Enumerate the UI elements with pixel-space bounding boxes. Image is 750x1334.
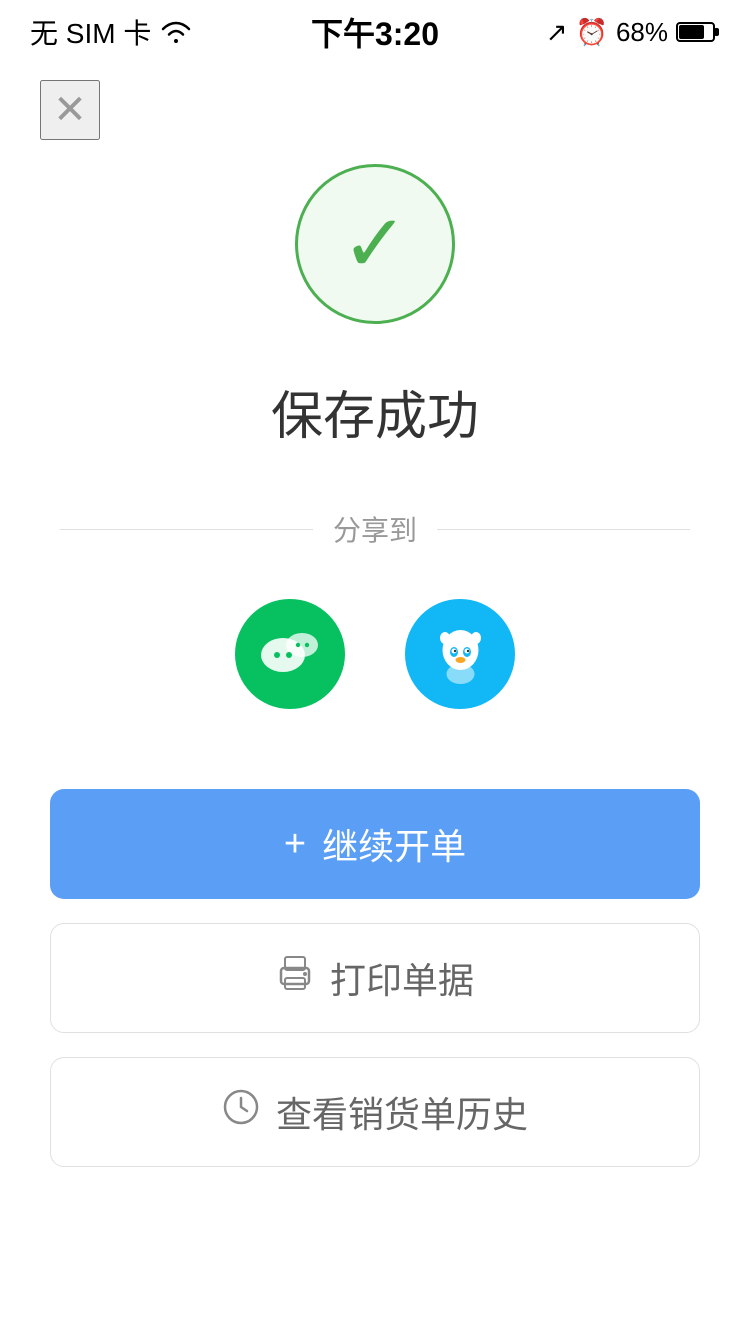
status-time: 下午3:20 bbox=[311, 9, 439, 55]
wechat-share-button[interactable] bbox=[235, 599, 345, 709]
qq-share-button[interactable] bbox=[405, 599, 515, 709]
print-icon bbox=[276, 956, 314, 1000]
wifi-icon bbox=[161, 21, 191, 43]
history-icon bbox=[222, 1088, 260, 1136]
success-circle: ✓ bbox=[295, 164, 455, 324]
divider-line-left bbox=[60, 529, 313, 530]
print-button[interactable]: 打印单据 bbox=[50, 923, 700, 1033]
share-icons-container bbox=[235, 599, 515, 709]
history-label: 查看销货单历史 bbox=[276, 1086, 528, 1138]
main-content: ✓ 保存成功 分享到 bbox=[0, 64, 750, 1167]
divider-line-right bbox=[437, 529, 690, 530]
share-divider: 分享到 bbox=[0, 509, 750, 549]
checkmark-icon: ✓ bbox=[341, 204, 408, 284]
battery-icon bbox=[676, 21, 720, 43]
print-label: 打印单据 bbox=[330, 952, 474, 1004]
status-left: 无 SIM 卡 bbox=[30, 12, 191, 52]
continue-label: 继续开单 bbox=[322, 818, 466, 870]
close-button[interactable]: ✕ bbox=[40, 80, 100, 140]
carrier-label: 无 SIM 卡 bbox=[30, 12, 151, 52]
location-icon: ↗ bbox=[546, 17, 568, 48]
share-label: 分享到 bbox=[313, 509, 437, 549]
status-bar: 无 SIM 卡 下午3:20 ↗ ⏰ 68% bbox=[0, 0, 750, 64]
history-button[interactable]: 查看销货单历史 bbox=[50, 1057, 700, 1167]
action-buttons: + 继续开单 打印单据 查看销货单历史 bbox=[0, 789, 750, 1167]
status-right: ↗ ⏰ 68% bbox=[546, 17, 720, 48]
qq-icon bbox=[433, 622, 488, 687]
alarm-icon: ⏰ bbox=[576, 17, 608, 48]
battery-label: 68% bbox=[616, 17, 668, 48]
success-title: 保存成功 bbox=[271, 374, 479, 449]
close-icon: ✕ bbox=[53, 90, 87, 130]
continue-button[interactable]: + 继续开单 bbox=[50, 789, 700, 899]
plus-icon: + bbox=[284, 823, 306, 866]
wechat-icon bbox=[258, 627, 323, 682]
